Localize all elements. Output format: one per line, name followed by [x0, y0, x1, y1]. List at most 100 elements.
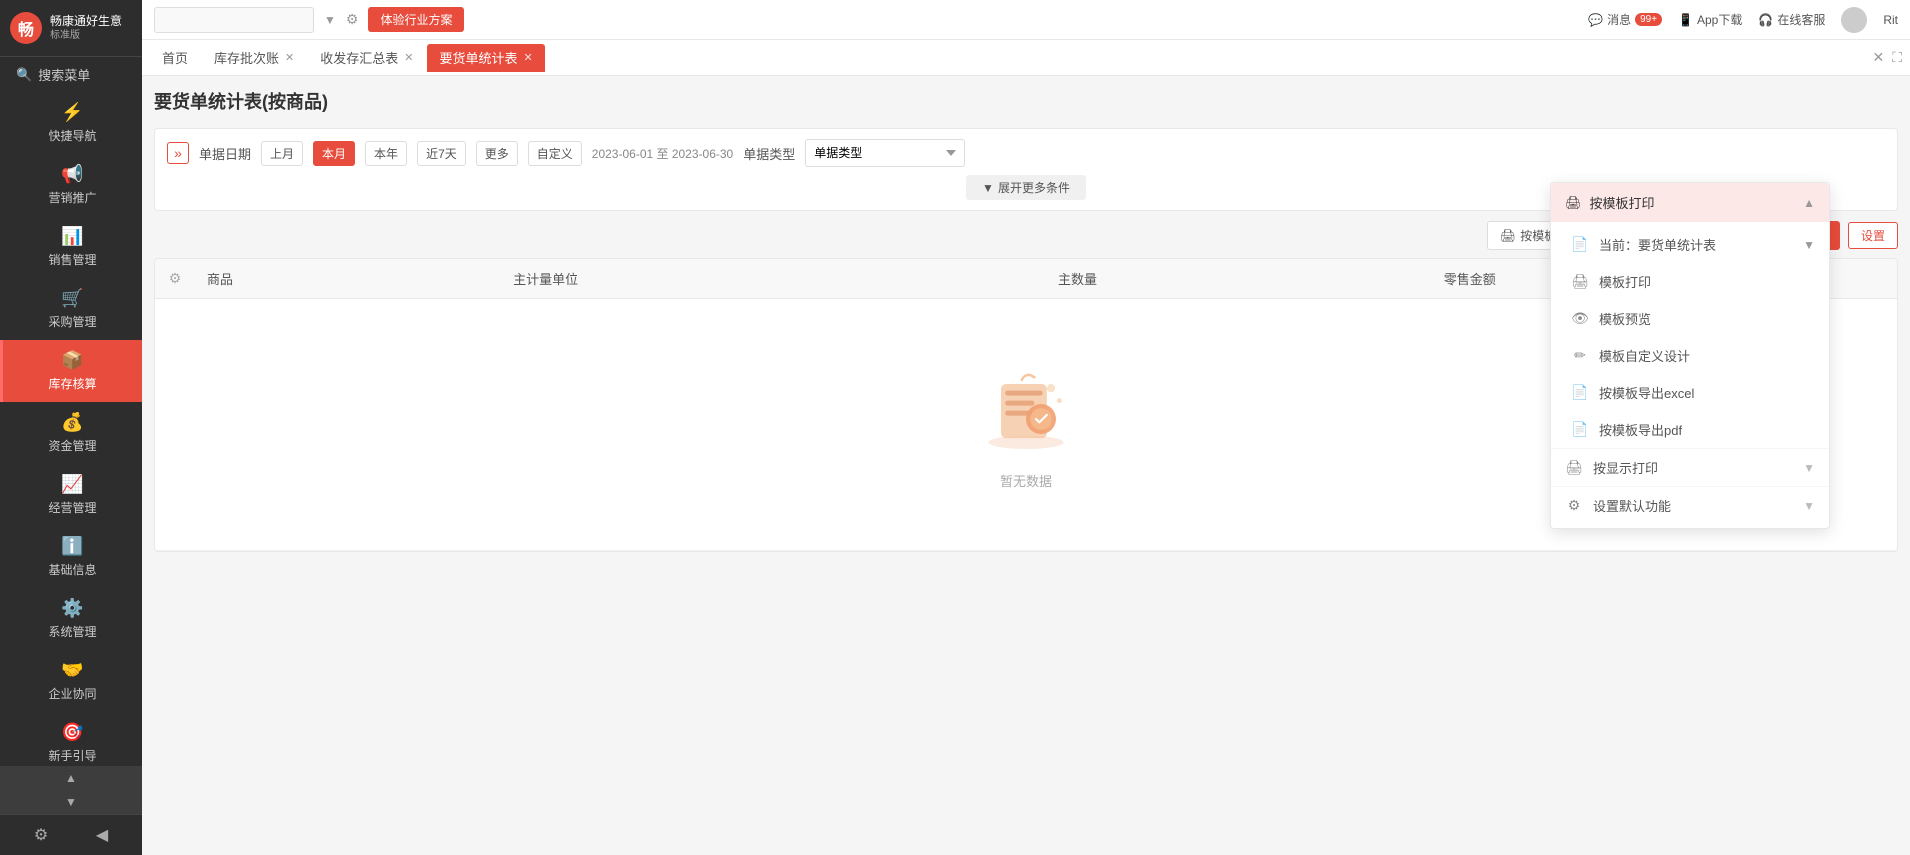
filter-collapse-btn[interactable]: » — [167, 142, 189, 164]
sidebar: 畅 畅康通好生意 标准版 🔍 搜索菜单 ⚡快捷导航📢营销推广📊销售管理🛒采购管理… — [0, 0, 142, 855]
sidebar-item-finance[interactable]: 💰资金管理 — [0, 402, 142, 464]
empty-illustration — [976, 359, 1076, 459]
current-template-arrow: ▼ — [1803, 238, 1815, 252]
window-controls: ✕ ⛶ — [1872, 49, 1902, 66]
column-settings-icon[interactable]: ⚙ — [169, 270, 182, 286]
sidebar-footer: ⚙ ◀ — [0, 814, 142, 855]
date-cur-month-btn[interactable]: 本月 — [313, 141, 355, 166]
sidebar-item-quick-nav[interactable]: ⚡快捷导航 — [0, 92, 142, 154]
date-custom-btn[interactable]: 自定义 — [528, 141, 582, 166]
topbar-search-input[interactable] — [154, 7, 314, 33]
username-label: Rit — [1883, 13, 1898, 27]
footer-settings-icon[interactable]: ⚙ — [34, 825, 48, 845]
date-more-btn[interactable]: 更多 — [476, 141, 518, 166]
sidebar-item-inventory[interactable]: 📦库存核算 — [0, 340, 142, 402]
template-preview-icon: 👁 — [1571, 310, 1589, 327]
trial-btn[interactable]: 体验行业方案 — [368, 7, 464, 32]
marketing-icon: 📢 — [61, 164, 83, 185]
current-template-icon: 📄 — [1571, 236, 1589, 253]
finance-icon: 💰 — [61, 412, 83, 433]
topbar-left: ▼ ⚙ 体验行业方案 — [154, 7, 464, 33]
dropdown-current-template[interactable]: 📄 当前：要货单统计表 ▼ — [1551, 226, 1829, 263]
display-print-left: 🖨 按显示打印 — [1565, 458, 1658, 477]
enterprise-icon: 🤝 — [61, 660, 83, 681]
tab-collect-account-close[interactable]: ✕ — [404, 51, 413, 64]
sidebar-scroll-down[interactable]: ▼ — [0, 790, 142, 814]
display-print-icon: 🖨 — [1565, 459, 1583, 476]
tab-order-stats-close[interactable]: ✕ — [524, 51, 533, 64]
sidebar-item-marketing[interactable]: 📢营销推广 — [0, 154, 142, 216]
sidebar-item-newbie[interactable]: 🎯新手引导 — [0, 712, 142, 766]
tab-batch-account[interactable]: 库存批次账 ✕ — [202, 44, 306, 72]
system-icon: ⚙️ — [61, 598, 83, 619]
online-service-item[interactable]: 🎧 在线客服 — [1758, 11, 1825, 28]
purchase-icon: 🛒 — [61, 288, 83, 309]
sidebar-item-sales[interactable]: 📊销售管理 — [0, 216, 142, 278]
template-print-icon: 🖨 — [1571, 273, 1589, 290]
display-print-arrow: ▼ — [1803, 461, 1815, 475]
dropdown-default-func[interactable]: ⚙ 设置默认功能 ▼ — [1551, 486, 1829, 524]
dropdown-template-preview[interactable]: 👁 模板预览 — [1551, 300, 1829, 337]
page-title: 要货单统计表(按商品) — [154, 88, 1898, 114]
main-area: ▼ ⚙ 体验行业方案 💬 消息 99+ 📱 App下载 🎧 在线客服 Rit 首… — [142, 0, 1910, 855]
tab-home[interactable]: 首页 — [150, 48, 200, 67]
operations-icon: 📈 — [61, 474, 83, 495]
dropdown-header[interactable]: 🖨 按模板打印 ▲ — [1551, 183, 1829, 222]
topbar-dropdown-arrow[interactable]: ▼ — [324, 13, 336, 27]
maximize-window-icon[interactable]: ⛶ — [1892, 49, 1902, 66]
message-item[interactable]: 💬 消息 99+ — [1588, 11, 1662, 28]
tab-collect-account[interactable]: 收发存汇总表 ✕ — [308, 44, 425, 72]
date-last7-btn[interactable]: 近7天 — [417, 141, 466, 166]
col-settings-header: ⚙ — [155, 259, 195, 299]
date-label: 单据日期 — [199, 144, 251, 163]
dropdown-panel: 🖨 按模板打印 ▲ 📄 当前：要货单统计表 ▼ 🖨 模板打印 — [1550, 182, 1830, 529]
col-unit-header: 主计量单位 — [501, 259, 1046, 299]
dropdown-template-pdf[interactable]: 📄 按模板导出pdf — [1551, 411, 1829, 448]
topbar-right: 💬 消息 99+ 📱 App下载 🎧 在线客服 Rit — [1588, 7, 1898, 33]
message-icon: 💬 — [1588, 13, 1603, 27]
newbie-icon: 🎯 — [61, 722, 83, 743]
sidebar-item-basic[interactable]: ℹ️基础信息 — [0, 526, 142, 588]
close-window-icon[interactable]: ✕ — [1872, 49, 1884, 66]
sidebar-nav: ⚡快捷导航📢营销推广📊销售管理🛒采购管理📦库存核算💰资金管理📈经营管理ℹ️基础信… — [0, 92, 142, 766]
dropdown-template-excel[interactable]: 📄 按模板导出excel — [1551, 374, 1829, 411]
app-icon: 📱 — [1678, 13, 1693, 27]
tab-order-stats[interactable]: 要货单统计表 ✕ — [427, 44, 544, 72]
col-qty-header: 主数量 — [1046, 259, 1432, 299]
col-product-header: 商品 — [195, 259, 501, 299]
expand-more-btn[interactable]: ▼ 展开更多条件 — [966, 175, 1086, 200]
footer-collapse-icon[interactable]: ◀ — [96, 825, 108, 845]
sidebar-search-item[interactable]: 🔍 搜索菜单 — [0, 57, 142, 92]
date-range-label: 2023-06-01 至 2023-06-30 — [592, 145, 733, 162]
template-custom-icon: ✏ — [1571, 347, 1589, 364]
logo-icon: 畅 — [10, 12, 42, 44]
doc-type-label: 单据类型 — [743, 144, 795, 163]
sidebar-item-enterprise[interactable]: 🤝企业协同 — [0, 650, 142, 712]
dropdown-up-chevron[interactable]: ▲ — [1803, 196, 1815, 210]
tabs-bar: 首页 库存批次账 ✕ 收发存汇总表 ✕ 要货单统计表 ✕ ✕ ⛶ — [142, 40, 1910, 76]
dropdown-template-print[interactable]: 🖨 模板打印 — [1551, 263, 1829, 300]
app-download-item[interactable]: 📱 App下载 — [1678, 11, 1742, 28]
tab-batch-account-close[interactable]: ✕ — [285, 51, 294, 64]
logo-text: 畅康通好生意 标准版 — [50, 13, 122, 44]
date-prev-month-btn[interactable]: 上月 — [261, 141, 303, 166]
date-cur-year-btn[interactable]: 本年 — [365, 141, 407, 166]
empty-text: 暂无数据 — [1000, 471, 1052, 490]
dropdown-template-custom[interactable]: ✏ 模板自定义设计 — [1551, 337, 1829, 374]
setting-btn[interactable]: 设置 — [1848, 222, 1898, 249]
topbar-gear-icon[interactable]: ⚙ — [346, 11, 359, 28]
doc-type-select[interactable]: 单据类型 — [805, 139, 965, 167]
dropdown-print-icon: 🖨 — [1565, 195, 1582, 211]
default-func-icon: ⚙ — [1565, 497, 1583, 514]
sidebar-item-operations[interactable]: 📈经营管理 — [0, 464, 142, 526]
search-icon: 🔍 — [16, 67, 32, 83]
sales-icon: 📊 — [61, 226, 83, 247]
avatar[interactable] — [1841, 7, 1867, 33]
sidebar-scroll-up[interactable]: ▲ — [0, 766, 142, 790]
sidebar-item-system[interactable]: ⚙️系统管理 — [0, 588, 142, 650]
sidebar-item-purchase[interactable]: 🛒采购管理 — [0, 278, 142, 340]
filter-row: » 单据日期 上月 本月 本年 近7天 更多 自定义 2023-06-01 至 … — [167, 139, 1885, 167]
dropdown-display-print[interactable]: 🖨 按显示打印 ▼ — [1551, 448, 1829, 486]
template-pdf-icon: 📄 — [1571, 421, 1589, 438]
quick-nav-icon: ⚡ — [61, 102, 83, 123]
